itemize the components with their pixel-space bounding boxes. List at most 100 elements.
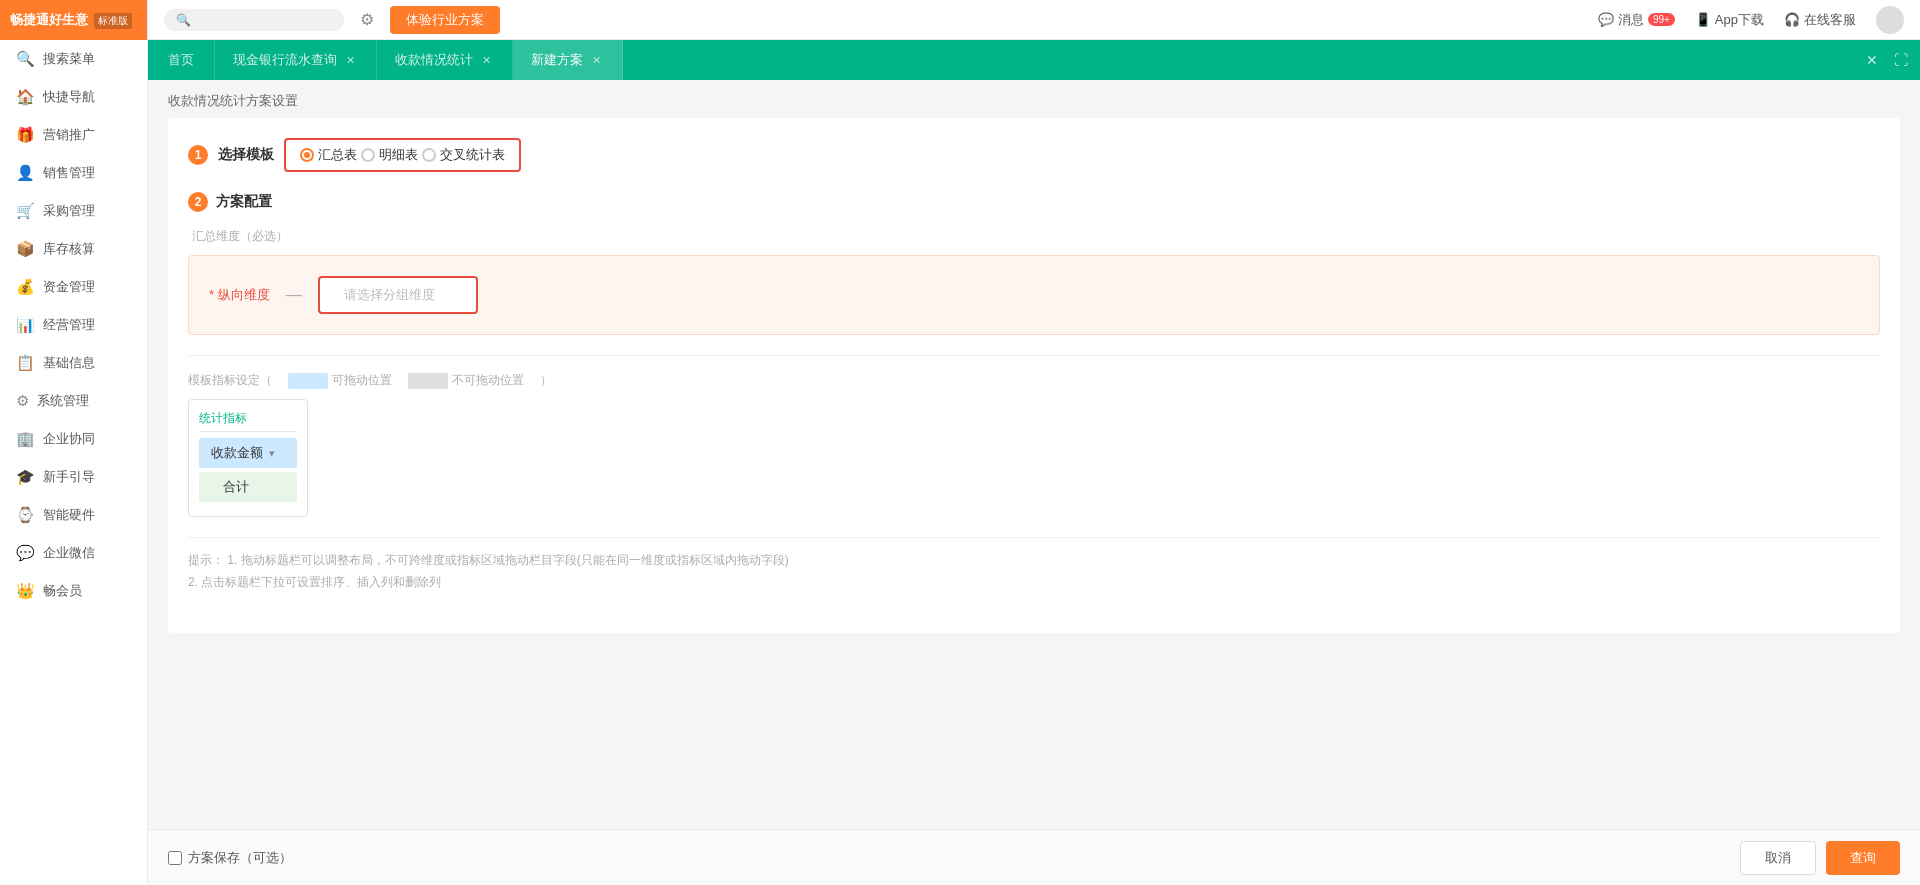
subtotal-tag: 合计	[199, 472, 297, 502]
tip-2: 2. 点击标题栏下拉可设置排序、插入列和删除列	[188, 575, 441, 589]
drop-area: * 纵向维度 — 请选择分组维度	[188, 255, 1880, 335]
home-icon: 🏠	[16, 88, 35, 106]
radio-summary[interactable]: 汇总表	[300, 146, 357, 164]
logo-text: 畅捷通好生意	[10, 11, 88, 29]
radio-summary-label: 汇总表	[318, 146, 357, 164]
sidebar-item-member[interactable]: 👑 畅会员	[0, 572, 147, 610]
watch-icon: ⌚	[16, 506, 35, 524]
service-icon: 🎧	[1784, 12, 1800, 27]
sidebar-item-operations[interactable]: 📊 经营管理	[0, 306, 147, 344]
sidebar-item-wechat[interactable]: 💬 企业微信	[0, 534, 147, 572]
user-icon: 👤	[16, 164, 35, 182]
tab-cash-bank-close[interactable]: ✕	[343, 53, 358, 68]
chart-icon: 📊	[16, 316, 35, 334]
draggable-hint: 可拖动位置	[288, 372, 392, 389]
section1-label: 选择模板	[218, 146, 274, 164]
sidebar-item-sales[interactable]: 👤 销售管理	[0, 154, 147, 192]
sidebar-item-quick-nav[interactable]: 🏠 快捷导航	[0, 78, 147, 116]
page-content: 收款情况统计方案设置 1 选择模板 汇总表 明细表	[148, 80, 1920, 829]
sidebar-item-label: 快捷导航	[43, 88, 95, 106]
dimension-title-text: 汇总维度（必选）	[192, 229, 288, 243]
box-icon: 📦	[16, 240, 35, 258]
template-options-group: 汇总表 明细表 交叉统计表	[284, 138, 521, 172]
section2-header: 2 方案配置	[188, 192, 1880, 212]
tip-1: 提示： 1. 拖动标题栏可以调整布局，不可跨维度或指标区域拖动栏目字段(只能在同…	[188, 553, 789, 567]
topbar-right: 💬 消息 99+ 📱 App下载 🎧 在线客服	[1598, 6, 1904, 34]
tab-cash-bank-label: 现金银行流水查询	[233, 51, 337, 69]
trial-button[interactable]: 体验行业方案	[390, 6, 500, 34]
settings-icon[interactable]: ⚙	[360, 10, 374, 29]
indicators-box: 统计指标 收款金额 ▾ 合计	[188, 399, 308, 517]
tab-collection-stats[interactable]: 收款情况统计 ✕	[377, 40, 513, 80]
sidebar-item-label: 销售管理	[43, 164, 95, 182]
crown-icon: 👑	[16, 582, 35, 600]
sidebar-item-label: 采购管理	[43, 202, 95, 220]
graduate-icon: 🎓	[16, 468, 35, 486]
sidebar-item-finance[interactable]: 💰 资金管理	[0, 268, 147, 306]
service-item[interactable]: 🎧 在线客服	[1784, 11, 1856, 29]
tips-section: 提示： 1. 拖动标题栏可以调整布局，不可跨维度或指标区域拖动栏目字段(只能在同…	[188, 537, 1880, 593]
sidebar-item-base-info[interactable]: 📋 基础信息	[0, 344, 147, 382]
section2-title: 方案配置	[216, 193, 272, 211]
drag-box-indicator	[288, 373, 328, 389]
sidebar-item-label: 系统管理	[37, 392, 89, 410]
search-box[interactable]: 🔍	[164, 9, 344, 31]
sidebar-item-marketing[interactable]: 🎁 营销推广	[0, 116, 147, 154]
tab-collection-stats-close[interactable]: ✕	[479, 53, 494, 68]
radio-cross[interactable]: 交叉统计表	[422, 146, 505, 164]
sidebar-item-smart-hw[interactable]: ⌚ 智能硬件	[0, 496, 147, 534]
collection-amount-tag[interactable]: 收款金额 ▾	[199, 438, 297, 468]
tab-home[interactable]: 首页	[148, 40, 215, 80]
sidebar-item-inventory[interactable]: 📦 库存核算	[0, 230, 147, 268]
tab-new-plan[interactable]: 新建方案 ✕	[513, 40, 623, 80]
sidebar-logo: 畅捷通好生意 标准版	[0, 0, 147, 40]
chevron-down-icon: ▾	[269, 447, 275, 460]
sidebar-item-purchase[interactable]: 🛒 采购管理	[0, 192, 147, 230]
sidebar-item-guide[interactable]: 🎓 新手引导	[0, 458, 147, 496]
service-label: 在线客服	[1804, 11, 1856, 29]
nav-tabs: 首页 现金银行流水查询 ✕ 收款情况统计 ✕ 新建方案 ✕ ✕ ⛶	[148, 40, 1920, 80]
save-plan-checkbox-wrapper[interactable]: 方案保存（可选）	[168, 849, 292, 867]
message-icon: 💬	[1598, 12, 1614, 27]
radio-detail[interactable]: 明细表	[361, 146, 418, 164]
vertical-dimension-placeholder[interactable]: 请选择分组维度	[318, 276, 478, 314]
main-card: 1 选择模板 汇总表 明细表 交叉统计表	[168, 118, 1900, 633]
query-button[interactable]: 查询	[1826, 841, 1900, 875]
radio-summary-circle	[300, 148, 314, 162]
indicators-section: 模板指标设定（ 可拖动位置 不可拖动位置 ） 统计指标	[188, 355, 1880, 517]
sidebar-item-label: 基础信息	[43, 354, 95, 372]
cancel-button[interactable]: 取消	[1740, 841, 1816, 875]
download-label: App下载	[1715, 11, 1764, 29]
sidebar-item-label: 智能硬件	[43, 506, 95, 524]
gift-icon: 🎁	[16, 126, 35, 144]
money-icon: 💰	[16, 278, 35, 296]
draggable-text: 可拖动位置	[332, 372, 392, 389]
chat-icon: 💬	[16, 544, 35, 562]
radio-cross-label: 交叉统计表	[440, 146, 505, 164]
download-item[interactable]: 📱 App下载	[1695, 11, 1764, 29]
edition-badge: 标准版	[94, 13, 132, 29]
message-label: 消息	[1618, 11, 1644, 29]
main-area: 🔍 ⚙ 体验行业方案 💬 消息 99+ 📱 App下载 🎧 在线客服 首页	[148, 0, 1920, 885]
sidebar-item-label: 企业协同	[43, 430, 95, 448]
maximize-icon[interactable]: ⛶	[1890, 48, 1912, 72]
radio-detail-label: 明细表	[379, 146, 418, 164]
message-badge: 99+	[1648, 13, 1675, 26]
save-plan-checkbox[interactable]	[168, 851, 182, 865]
tab-cash-bank[interactable]: 现金银行流水查询 ✕	[215, 40, 377, 80]
sidebar-item-label: 营销推广	[43, 126, 95, 144]
user-avatar[interactable]	[1876, 6, 1904, 34]
section2-number: 2	[188, 192, 208, 212]
sidebar: 畅捷通好生意 标准版 🔍 搜索菜单 🏠 快捷导航 🎁 营销推广 👤 销售管理 🛒…	[0, 0, 148, 885]
section1-template: 1 选择模板 汇总表 明细表 交叉统计表	[188, 138, 1880, 172]
gear-icon: ⚙	[16, 392, 29, 410]
minimize-icon[interactable]: ✕	[1862, 48, 1882, 72]
search-icon: 🔍	[176, 13, 191, 27]
sidebar-item-enterprise[interactable]: 🏢 企业协同	[0, 420, 147, 458]
sidebar-item-search-menu[interactable]: 🔍 搜索菜单	[0, 40, 147, 78]
sidebar-item-system[interactable]: ⚙ 系统管理	[0, 382, 147, 420]
message-item[interactable]: 💬 消息 99+	[1598, 11, 1675, 29]
topbar: 🔍 ⚙ 体验行业方案 💬 消息 99+ 📱 App下载 🎧 在线客服	[148, 0, 1920, 40]
section2-plan-config: 2 方案配置 汇总维度（必选） * 纵向维度 — 请选择分组维度	[188, 192, 1880, 593]
tab-new-plan-close[interactable]: ✕	[589, 53, 604, 68]
